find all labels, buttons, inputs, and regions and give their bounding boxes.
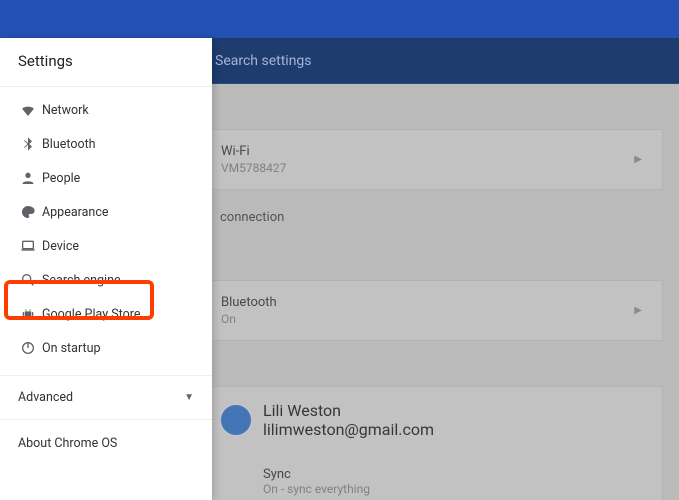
bluetooth-card: Bluetooth On ▶ — [200, 280, 663, 341]
sidebar-item-label: Appearance — [42, 205, 198, 220]
palette-icon — [14, 204, 42, 220]
sidebar-item-label: Bluetooth — [42, 137, 198, 152]
sidebar-item-label: Search engine — [42, 273, 198, 288]
about-label: About Chrome OS — [18, 436, 117, 451]
sidebar-item-google-play-store[interactable]: Google Play Store — [0, 297, 212, 331]
sync-subtitle: On - sync everything — [263, 482, 642, 496]
section-header-people — [170, 341, 679, 386]
wifi-title: Wi-Fi — [221, 144, 286, 159]
sidebar-item-label: Network — [42, 103, 198, 118]
sidebar-item-bluetooth[interactable]: Bluetooth — [0, 127, 212, 161]
search-icon — [14, 272, 42, 288]
power-icon — [14, 340, 42, 356]
person-icon — [14, 170, 42, 186]
bluetooth-icon — [14, 136, 42, 152]
sync-title: Sync — [263, 467, 642, 482]
caret-down-icon: ▼ — [184, 392, 194, 403]
settings-sidebar: Settings Network Bluetooth People Appear… — [0, 38, 212, 500]
divider — [0, 419, 212, 420]
advanced-label: Advanced — [18, 390, 73, 405]
wifi-row[interactable]: Wi-Fi VM5788427 ▶ — [201, 130, 662, 189]
sidebar-item-network[interactable]: Network — [0, 93, 212, 127]
about-link[interactable]: About Chrome OS — [0, 424, 212, 463]
sidebar-item-search-engine[interactable]: Search engine — [0, 263, 212, 297]
bluetooth-row[interactable]: Bluetooth On ▶ — [201, 281, 662, 340]
divider — [0, 375, 212, 376]
user-email: lilimweston@gmail.com — [263, 420, 434, 439]
sidebar-item-label: Google Play Store — [42, 307, 198, 322]
bluetooth-title: Bluetooth — [221, 295, 277, 310]
user-name: Lili Weston — [263, 401, 434, 420]
people-card: Lili Weston lilimweston@gmail.com Sync O… — [200, 386, 663, 500]
wifi-subtitle: VM5788427 — [221, 161, 286, 175]
sidebar-item-label: Device — [42, 239, 198, 254]
chevron-right-icon: ▶ — [634, 154, 642, 165]
avatar — [221, 405, 251, 435]
android-icon — [14, 306, 42, 322]
advanced-toggle[interactable]: Advanced ▼ — [0, 380, 212, 415]
section-header-bluetooth — [170, 235, 679, 280]
section-header-network — [170, 84, 679, 129]
laptop-icon — [14, 238, 42, 254]
window-titlebar — [0, 0, 679, 38]
user-row[interactable]: Lili Weston lilimweston@gmail.com — [201, 387, 662, 453]
sync-row[interactable]: Sync On - sync everything — [201, 453, 662, 500]
sidebar-item-appearance[interactable]: Appearance — [0, 195, 212, 229]
sidebar-item-label: On startup — [42, 341, 198, 356]
sidebar-item-device[interactable]: Device — [0, 229, 212, 263]
wifi-icon — [14, 102, 42, 118]
nav-list: Network Bluetooth People Appearance Devi… — [0, 87, 212, 371]
add-connection-row[interactable]: connection — [170, 190, 679, 235]
sidebar-item-on-startup[interactable]: On startup — [0, 331, 212, 365]
search-placeholder: Search settings — [215, 53, 312, 69]
sidebar-item-label: People — [42, 171, 198, 186]
bluetooth-subtitle: On — [221, 312, 277, 326]
page-title: Settings — [0, 38, 212, 87]
chevron-right-icon: ▶ — [634, 305, 642, 316]
sidebar-item-people[interactable]: People — [0, 161, 212, 195]
network-card: Wi-Fi VM5788427 ▶ — [200, 129, 663, 190]
